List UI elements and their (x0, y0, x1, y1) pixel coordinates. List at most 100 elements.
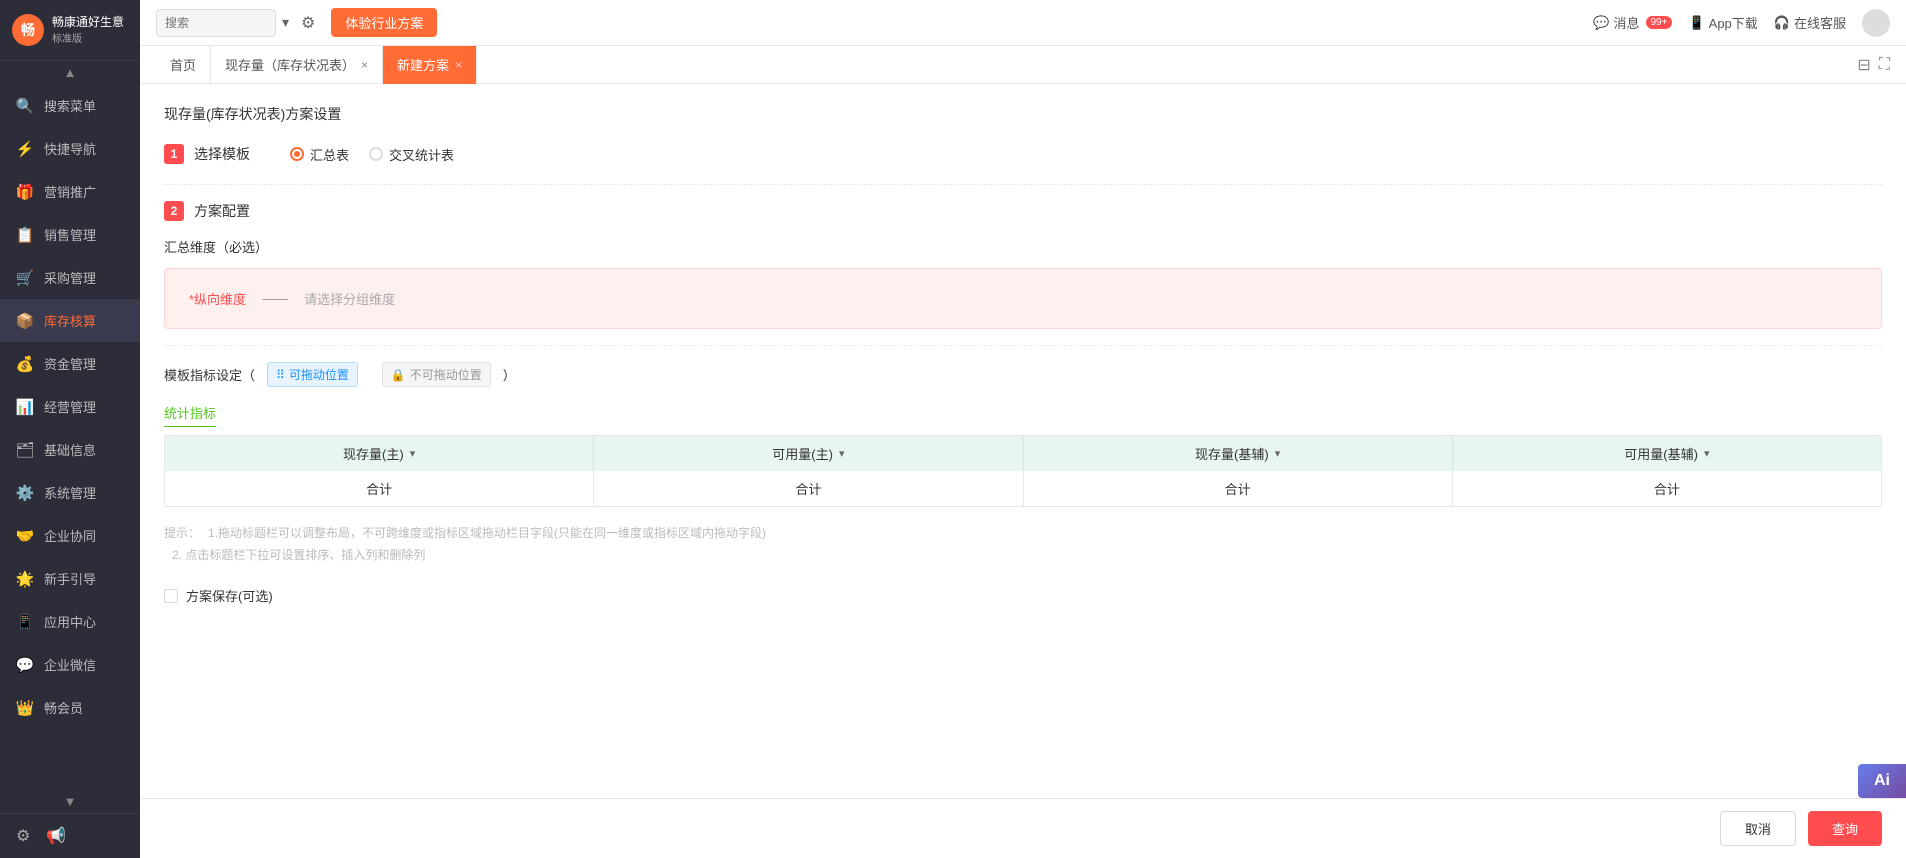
sidebar-item-operation[interactable]: 📊经营管理 (0, 385, 140, 428)
trial-btn[interactable]: 体验行业方案 (331, 8, 437, 37)
stats-col-header-2[interactable]: 现存量(基辅)▾ (1024, 436, 1453, 471)
tip-label: 提示： (164, 523, 200, 545)
tip-2-text: 2. 点击标题栏下拉可设置排序、插入列和删除列 (172, 545, 425, 567)
sidebar-item-enterprise[interactable]: 🤝企业协同 (0, 514, 140, 557)
sidebar-item-search-menu[interactable]: 🔍搜索菜单 (0, 84, 140, 127)
stats-col-body-1: 合计 (594, 471, 1023, 506)
stats-col-body-0: 合计 (165, 471, 594, 506)
stats-table: 现存量(主)▾可用量(主)▾现存量(基辅)▾可用量(基辅)▾ 合计合计合计合计 (164, 435, 1882, 507)
stats-col-header-3[interactable]: 可用量(基辅)▾ (1453, 436, 1881, 471)
shortcut-icon: ⚡ (16, 140, 34, 158)
indicator-non-draggable-tag: 🔒 不可拖动位置 (382, 362, 491, 387)
radio-cross[interactable]: 交叉统计表 (369, 145, 454, 164)
app-sub: 标准版 (52, 30, 124, 45)
dimension-required-area: *纵向维度 —— 请选择分组维度 (164, 268, 1882, 329)
stats-col-header-0[interactable]: 现存量(主)▾ (165, 436, 594, 471)
sidebar-item-sales[interactable]: 📋销售管理 (0, 213, 140, 256)
page-content: 现存量(库存状况表)方案设置 1 选择模板 汇总表 交叉统计表 (140, 84, 1906, 858)
main-container: ▾ ⚙ 体验行业方案 💬 消息 99+ 📱 App下载 🎧 在线客服 首页 (140, 0, 1906, 858)
member-icon: 👑 (16, 699, 34, 717)
settings-icon[interactable]: ⚙ (16, 826, 30, 846)
page-title: 现存量(库存状况表)方案设置 (164, 104, 1882, 124)
dimension-row: *纵向维度 —— 请选择分组维度 (189, 289, 1857, 308)
sidebar-item-member[interactable]: 👑 畅会员 (0, 686, 140, 729)
stats-col-0-chevron: ▾ (410, 447, 416, 460)
member-label: 畅会员 (44, 698, 83, 717)
section1-num: 1 (164, 144, 184, 164)
section2-header: 2 方案配置 (164, 201, 1882, 221)
sidebar-scroll-down[interactable]: ▼ (0, 790, 140, 813)
sales-label: 销售管理 (44, 225, 96, 244)
shortcut-label: 快捷导航 (44, 139, 96, 158)
ai-float-button[interactable]: Ai (1858, 764, 1906, 798)
system-icon: ⚙️ (16, 484, 34, 502)
sidebar-item-marketing[interactable]: 🎁营销推广 (0, 170, 140, 213)
wechat-label: 企业微信 (44, 655, 96, 674)
stats-col-1-label: 可用量(主) (772, 444, 833, 463)
tab-home[interactable]: 首页 (156, 46, 211, 84)
sidebar-item-appstore[interactable]: 📱 应用中心 (0, 600, 140, 643)
drag-handle-icon: ⠿ (276, 368, 285, 382)
appstore-label: 应用中心 (44, 612, 96, 631)
template-radio-group: 汇总表 交叉统计表 (290, 145, 454, 164)
sidebar-item-system[interactable]: ⚙️ 系统管理 (0, 471, 140, 514)
stats-col-3-label: 可用量(基辅) (1624, 444, 1698, 463)
appstore-icon: 📱 (16, 613, 34, 631)
tab-new-plan-close[interactable]: × (455, 58, 462, 72)
tab-inventory-label: 现存量（库存状况表） (225, 55, 355, 74)
header-search-area: ▾ (156, 9, 289, 37)
wechat-icon: 💬 (16, 656, 34, 674)
tab-inventory-close[interactable]: × (361, 58, 368, 72)
newguide-icon: 🌟 (16, 570, 34, 588)
finance-label: 资金管理 (44, 354, 96, 373)
tab-inventory[interactable]: 现存量（库存状况表） × (211, 46, 383, 84)
message-label: 消息 (1613, 13, 1639, 32)
message-action[interactable]: 💬 消息 99+ (1593, 13, 1672, 32)
section2-label: 方案配置 (194, 201, 250, 221)
app-download-label: App下载 (1709, 13, 1758, 32)
query-button[interactable]: 查询 (1808, 811, 1882, 846)
sidebar-nav: 🔍搜索菜单 ⚡ 快捷导航 🎁营销推广📋销售管理🛒采购管理📦库存核算 💰 资金管理 📊经营管理… (0, 84, 140, 790)
indicator-draggable-label: 可拖动位置 (289, 366, 349, 383)
tab-minimize-icon[interactable]: ⊟ (1857, 55, 1870, 75)
tab-expand-icon[interactable]: ⛶ (1879, 56, 1890, 74)
sidebar-item-basic[interactable]: 🗂基础信息 (0, 428, 140, 471)
user-avatar[interactable] (1862, 9, 1890, 37)
cancel-button[interactable]: 取消 (1720, 811, 1796, 846)
sidebar-item-purchase[interactable]: 🛒采购管理 (0, 256, 140, 299)
marketing-label: 营销推广 (44, 182, 96, 201)
operation-label: 经营管理 (44, 397, 96, 416)
search-dropdown-btn[interactable]: ▾ (282, 9, 289, 37)
sidebar-item-finance[interactable]: 💰 资金管理 (0, 342, 140, 385)
radio-summary[interactable]: 汇总表 (290, 145, 349, 164)
finance-icon: 💰 (16, 355, 34, 373)
tab-bar-right: ⊟ ⛶ (1857, 55, 1890, 75)
speaker-icon[interactable]: 📢 (46, 826, 66, 846)
sidebar-item-shortcut[interactable]: ⚡ 快捷导航 (0, 127, 140, 170)
sidebar-item-newguide[interactable]: 🌟新手引导 (0, 557, 140, 600)
online-service-action[interactable]: 🎧 在线客服 (1774, 13, 1846, 32)
sidebar-item-wechat[interactable]: 💬 企业微信 (0, 643, 140, 686)
enterprise-label: 企业协同 (44, 526, 96, 545)
save-checkbox[interactable] (164, 589, 178, 603)
system-label: 系统管理 (44, 483, 96, 502)
app-logo-icon: 畅 (12, 14, 44, 46)
indicator-settings-suffix: ） (503, 365, 516, 384)
indicator-draggable-tag: ⠿ 可拖动位置 (267, 362, 358, 387)
dimension-placeholder[interactable]: 请选择分组维度 (304, 289, 395, 308)
header-right: 💬 消息 99+ 📱 App下载 🎧 在线客服 (1593, 9, 1890, 37)
save-label: 方案保存(可选) (186, 586, 273, 605)
section2-num: 2 (164, 201, 184, 221)
tip-1-text: 1.拖动标题栏可以调整布局，不可跨维度或指标区域拖动栏目字段(只能在同一维度或指… (208, 523, 766, 545)
stats-col-header-1[interactable]: 可用量(主)▾ (594, 436, 1023, 471)
stats-col-2-label: 现存量(基辅) (1195, 444, 1269, 463)
service-icon: 🎧 (1774, 15, 1790, 31)
search-input[interactable] (156, 9, 276, 37)
sidebar-scroll-up[interactable]: ▲ (0, 61, 140, 84)
stats-col-body-3: 合计 (1453, 471, 1881, 506)
header-gear-icon[interactable]: ⚙ (301, 13, 315, 33)
sidebar-item-inventory[interactable]: 📦库存核算 (0, 299, 140, 342)
tab-new-plan[interactable]: 新建方案 × (383, 46, 477, 84)
tab-new-plan-label: 新建方案 (397, 55, 449, 74)
app-download-action[interactable]: 📱 App下载 (1688, 13, 1757, 32)
